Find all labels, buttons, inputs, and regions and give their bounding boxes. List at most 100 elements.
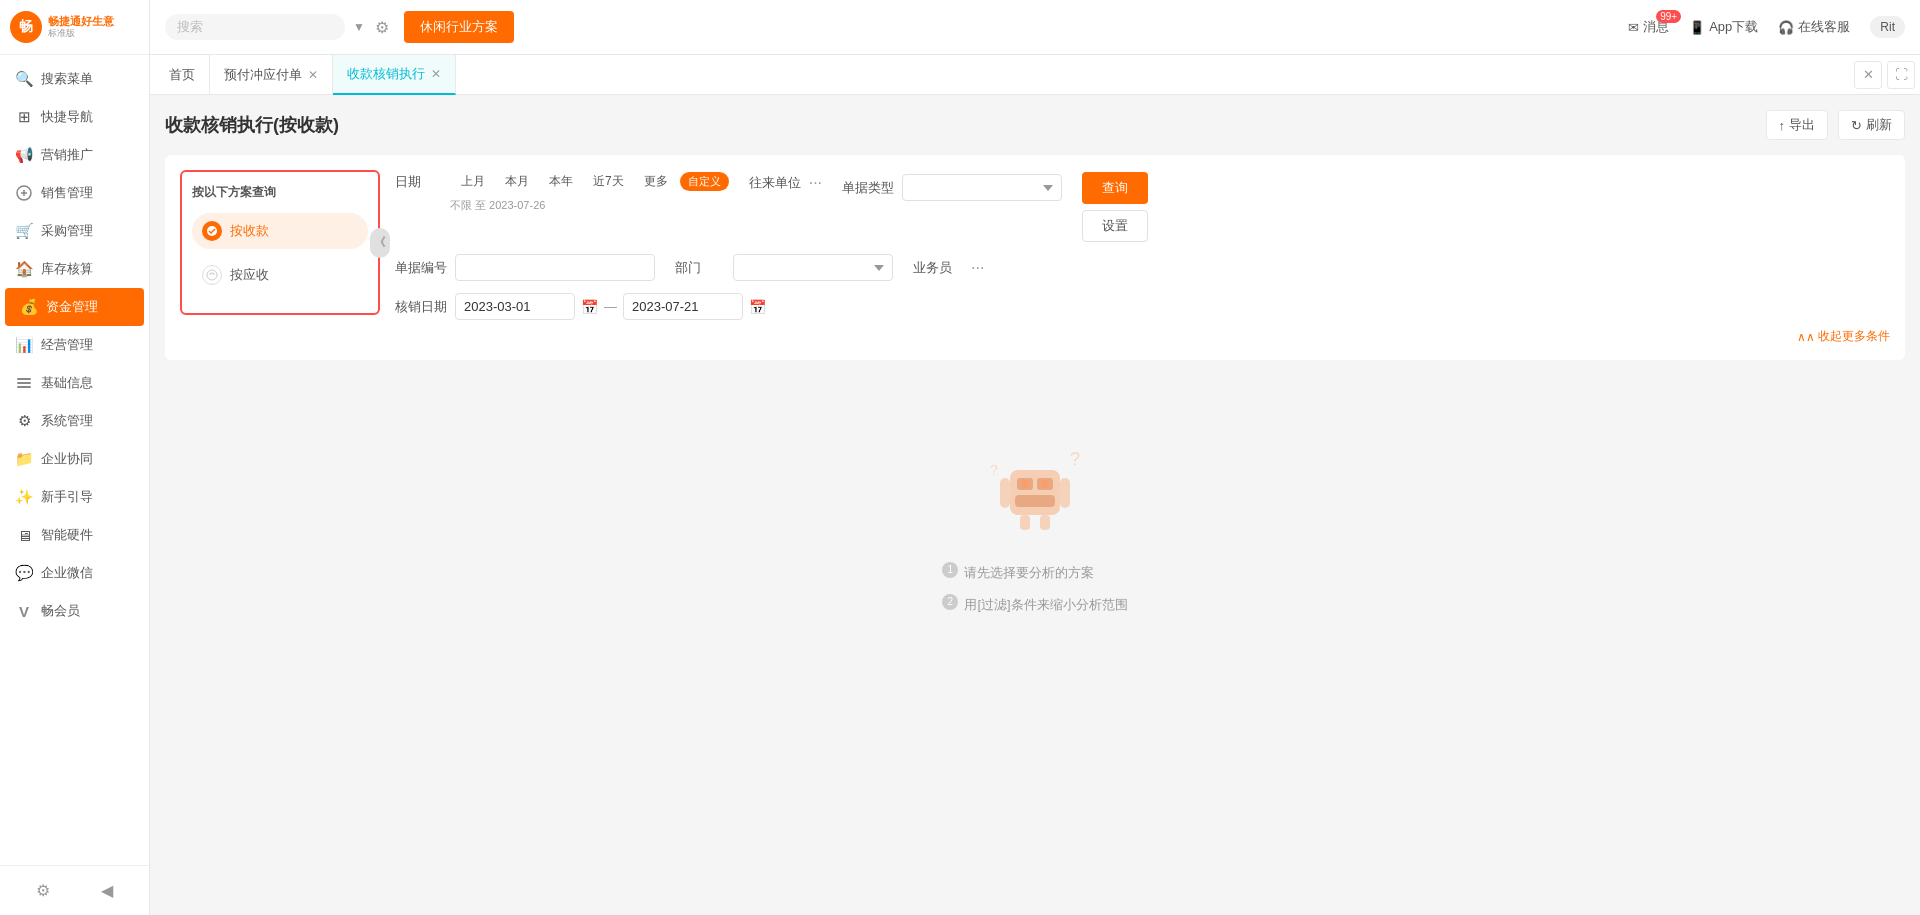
sidebar-item-label: 营销推广 [41,146,93,164]
payable-option-icon [202,265,222,285]
logo-text: 畅捷通好生意 标准版 [48,14,114,40]
sidebar-item-basic[interactable]: 基础信息 [0,364,149,402]
collapse-sidebar-icon[interactable]: ◀ [101,881,113,900]
dept-select[interactable] [733,254,893,281]
sidebar-item-hardware[interactable]: 🖥 智能硬件 [0,516,149,554]
basic-icon [15,374,33,392]
page-header: 收款核销执行(按收款) ↑ 导出 ↻ 刷新 [165,110,1905,140]
receipt-option-icon [202,221,222,241]
sidebar-item-label: 企业微信 [41,564,93,582]
sidebar-item-operation[interactable]: 📊 经营管理 [0,326,149,364]
app-download-button[interactable]: 📱 App下载 [1689,18,1758,36]
refresh-button[interactable]: ↻ 刷新 [1838,110,1905,140]
cart-icon: 🛒 [15,222,33,240]
message-icon: ✉ [1628,20,1639,35]
filter-option-by-payable[interactable]: 按应收 [192,257,368,293]
close-all-tabs-icon[interactable]: ✕ [1854,61,1882,89]
export-button[interactable]: ↑ 导出 [1766,110,1829,140]
writeoff-date-range: 📅 — 📅 [455,293,766,320]
tab-receipt-close-icon[interactable]: ✕ [431,67,441,81]
receipt-option-label: 按收款 [230,222,269,240]
empty-state-text: 1 请先选择要分析的方案 2 用[过滤]条件来缩小分析范围 [942,560,1127,618]
dropdown-arrow-icon[interactable]: ▼ [353,20,365,34]
sidebar-item-wechat[interactable]: 💬 企业微信 [0,554,149,592]
this-year-btn[interactable]: 本年 [541,170,581,193]
date-quick-buttons: 上月 本月 本年 近7天 更多 自定义 [453,170,729,193]
sales-icon [15,184,33,202]
sidebar-item-enterprise[interactable]: 📁 企业协同 [0,440,149,478]
message-button[interactable]: ✉ 消息 99+ [1628,18,1669,36]
counterpart-more-icon[interactable]: ··· [809,174,822,192]
staff-more-icon[interactable]: ··· [971,259,984,277]
svg-rect-6 [1010,470,1060,515]
sidebar-item-purchase[interactable]: 🛒 采购管理 [0,212,149,250]
this-month-btn[interactable]: 本月 [497,170,537,193]
sidebar-item-marketing[interactable]: 📢 营销推广 [0,136,149,174]
svg-text:?: ? [1070,449,1080,469]
sidebar-item-guide[interactable]: ✨ 新手引导 [0,478,149,516]
solution-button[interactable]: 休闲行业方案 [404,11,514,43]
tab-prepay-close-icon[interactable]: ✕ [308,68,318,82]
search-button[interactable]: 查询 [1082,172,1148,204]
sidebar-item-inventory[interactable]: 🏠 库存核算 [0,250,149,288]
svg-rect-12 [1040,515,1050,530]
sidebar-item-member[interactable]: V 畅会员 [0,592,149,630]
app-logo: 畅 畅捷通好生意 标准版 [0,0,149,55]
date-filter-item: 日期 上月 本月 本年 近7天 更多 自定义 [395,170,729,193]
tab-prepay-label: 预付冲应付单 [224,66,302,84]
writeoff-end-input[interactable] [623,293,743,320]
last-month-btn[interactable]: 上月 [453,170,493,193]
page-content: 收款核销执行(按收款) ↑ 导出 ↻ 刷新 按以下方案查询 [150,95,1920,915]
last-7days-btn[interactable]: 近7天 [585,170,632,193]
sidebar-item-sales[interactable]: 销售管理 [0,174,149,212]
sidebar-item-system[interactable]: ⚙ 系统管理 [0,402,149,440]
sidebar-item-label: 企业协同 [41,450,93,468]
filter-panel-title: 按以下方案查询 [192,184,368,201]
sidebar-item-quick[interactable]: ⊞ 快捷导航 [0,98,149,136]
sidebar-item-label: 库存核算 [41,260,93,278]
topbar: 搜索 ▼ ⚙ 休闲行业方案 ✉ 消息 99+ 📱 App下载 🎧 在线客服 Ri… [150,0,1920,55]
sidebar-item-label: 经营管理 [41,336,93,354]
voucher-no-input[interactable] [455,254,655,281]
topbar-gear-icon[interactable]: ⚙ [375,18,389,37]
settings-footer-icon[interactable]: ⚙ [36,881,50,900]
collapse-conditions-button[interactable]: ∧∧ 收起更多条件 [1797,328,1890,345]
fullscreen-icon[interactable]: ⛶ [1887,61,1915,89]
sidebar-item-label: 畅会员 [41,602,80,620]
sidebar-item-finance[interactable]: 💰 资金管理 [5,288,144,326]
svg-point-5 [207,270,217,280]
megaphone-icon: 📢 [15,146,33,164]
sidebar-item-label: 采购管理 [41,222,93,240]
tab-receipt-label: 收款核销执行 [347,65,425,83]
filter-option-by-receipt[interactable]: 按收款 [192,213,368,249]
filter-right-form: 日期 上月 本月 本年 近7天 更多 自定义 不限 至 2023-0 [395,170,1890,345]
setting-button[interactable]: 设置 [1082,210,1148,242]
calendar-end-icon[interactable]: 📅 [749,299,766,315]
chevron-up-icon: ∧∧ [1797,330,1815,344]
calendar-start-icon[interactable]: 📅 [581,299,598,315]
writeoff-date-label: 核销日期 [395,298,447,316]
writeoff-date-filter-item: 核销日期 📅 — 📅 [395,293,766,320]
more-date-btn[interactable]: 更多 [636,170,676,193]
warehouse-icon: 🏠 [15,260,33,278]
chart-icon: 📊 [15,336,33,354]
sidebar-item-search[interactable]: 🔍 搜索菜单 [0,60,149,98]
tab-receipt[interactable]: 收款核销执行 ✕ [333,55,456,95]
tab-home[interactable]: 首页 [155,55,210,95]
voucher-type-select[interactable] [902,174,1062,201]
mobile-icon: 📱 [1689,20,1705,35]
writeoff-start-input[interactable] [455,293,575,320]
folder-icon: 📁 [15,450,33,468]
tab-prepay[interactable]: 预付冲应付单 ✕ [210,55,333,95]
svg-rect-11 [1020,515,1030,530]
svg-rect-9 [1000,478,1010,508]
empty-state: ? ? 1 请先选择要分析的方案 2 用[过滤]条件来缩小分析范围 [165,380,1905,678]
svg-point-14 [1021,480,1029,488]
topbar-right: ✉ 消息 99+ 📱 App下载 🎧 在线客服 Rit [1628,16,1905,38]
step-1-icon: 1 [942,562,958,578]
online-service-button[interactable]: 🎧 在线客服 [1778,18,1850,36]
topbar-search-box[interactable]: 搜索 [165,14,345,40]
user-avatar[interactable]: Rit [1870,16,1905,38]
date-limit-text: 不限 至 2023-07-26 [450,199,545,211]
filter-panel-collapse-icon[interactable]: 《 [370,228,390,258]
